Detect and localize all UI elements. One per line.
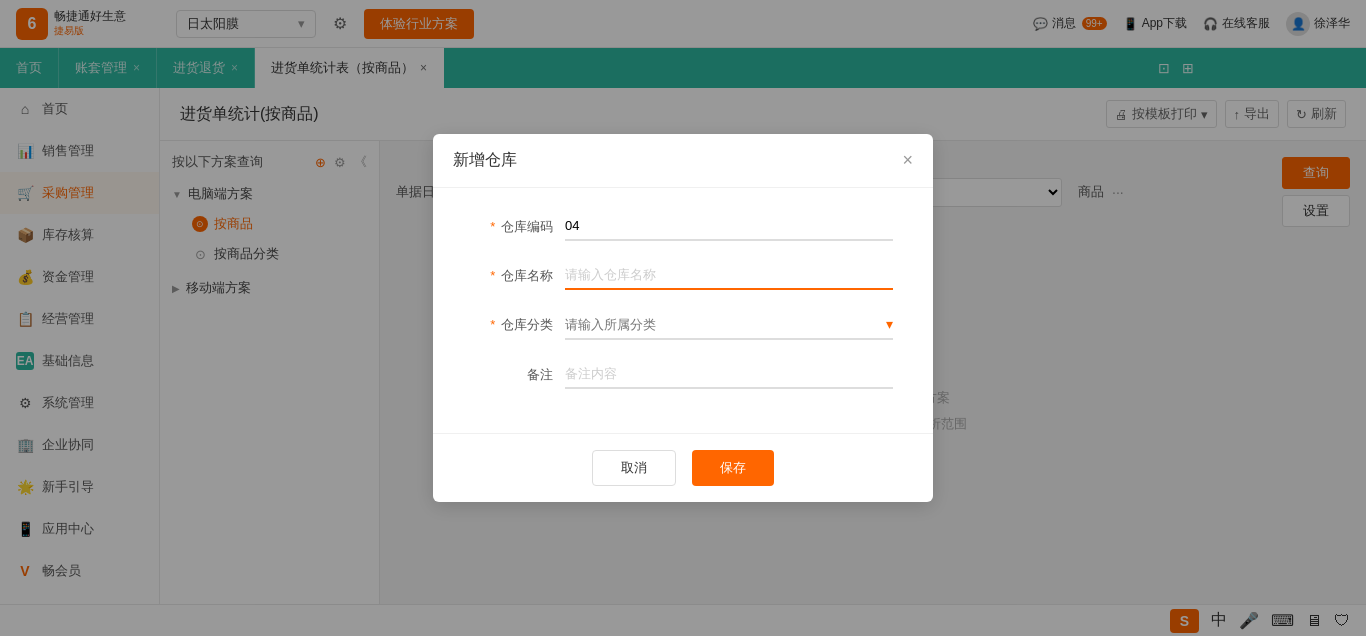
category-label: * 仓库分类 bbox=[473, 316, 553, 334]
note-input[interactable] bbox=[565, 360, 893, 389]
category-input[interactable] bbox=[565, 317, 886, 332]
form-row-category: * 仓库分类 ▾ bbox=[473, 310, 893, 340]
cancel-button[interactable]: 取消 bbox=[592, 450, 676, 486]
form-row-code: * 仓库编码 bbox=[473, 212, 893, 241]
dialog-overlay: 新增仓库 × * 仓库编码 * 仓库名称 bbox=[0, 0, 1366, 636]
dialog-header: 新增仓库 × bbox=[433, 134, 933, 188]
form-row-name: * 仓库名称 bbox=[473, 261, 893, 290]
new-warehouse-dialog: 新增仓库 × * 仓库编码 * 仓库名称 bbox=[433, 134, 933, 502]
category-required-mark: * bbox=[490, 317, 495, 332]
code-label: * 仓库编码 bbox=[473, 218, 553, 236]
dialog-close-button[interactable]: × bbox=[902, 150, 913, 171]
save-button[interactable]: 保存 bbox=[692, 450, 774, 486]
category-select-wrap[interactable]: ▾ bbox=[565, 310, 893, 340]
code-required-mark: * bbox=[490, 219, 495, 234]
dialog-footer: 取消 保存 bbox=[433, 433, 933, 502]
form-row-note: 备注 bbox=[473, 360, 893, 389]
dialog-title: 新增仓库 bbox=[453, 150, 517, 171]
name-label: * 仓库名称 bbox=[473, 267, 553, 285]
category-arrow-icon: ▾ bbox=[886, 316, 893, 332]
name-input[interactable] bbox=[565, 261, 893, 290]
code-input[interactable] bbox=[565, 212, 893, 241]
dialog-body: * 仓库编码 * 仓库名称 * 仓库分类 bbox=[433, 188, 933, 433]
name-required-mark: * bbox=[490, 268, 495, 283]
note-label: 备注 bbox=[473, 366, 553, 384]
